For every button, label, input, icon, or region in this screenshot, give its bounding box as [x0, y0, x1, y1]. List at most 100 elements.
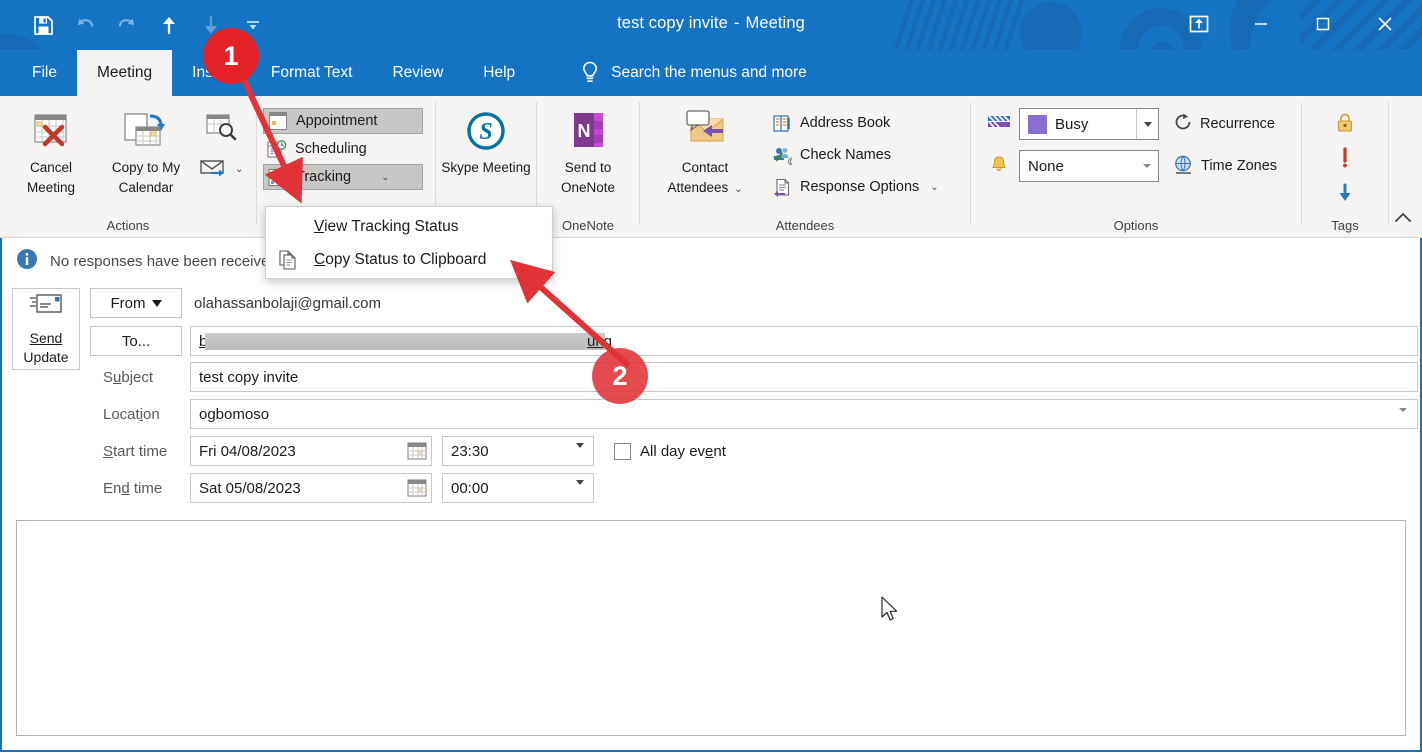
- tab-file[interactable]: File: [12, 50, 77, 96]
- high-importance-button[interactable]: [1338, 146, 1352, 174]
- minimize-icon[interactable]: [1230, 2, 1292, 46]
- end-time-caret-down-icon[interactable]: [576, 480, 584, 502]
- private-button[interactable]: [1335, 112, 1355, 138]
- to-button[interactable]: To...: [90, 326, 182, 356]
- start-date-input[interactable]: Fri 04/08/2023: [190, 436, 432, 466]
- skype-meeting-button[interactable]: S Skype Meeting: [438, 104, 534, 178]
- cancel-meeting-button[interactable]: Cancel Meeting: [8, 104, 94, 197]
- check-names-button[interactable]: @ Check Names: [768, 140, 947, 170]
- start-time-caret-down-icon[interactable]: [576, 443, 584, 465]
- address-book-button[interactable]: Address Book: [768, 108, 947, 138]
- start-time-input[interactable]: 23:30: [442, 436, 594, 466]
- lightbulb-icon: [579, 60, 601, 86]
- contact-attendees-label: Contact Attendees: [667, 160, 729, 195]
- ribbon-group-tags-label: Tags: [1331, 218, 1359, 233]
- meeting-body-editor[interactable]: [16, 520, 1406, 736]
- lock-icon: [1335, 112, 1355, 139]
- show-as-chevron-down-icon[interactable]: [1136, 109, 1158, 139]
- step-2-badge: 2: [592, 348, 648, 404]
- ribbon-separator-7: [1388, 102, 1389, 224]
- tab-review[interactable]: Review: [372, 50, 463, 96]
- close-icon[interactable]: [1354, 2, 1416, 46]
- window-title-separator: -: [733, 14, 740, 32]
- location-input[interactable]: ogbomoso: [190, 399, 1418, 429]
- subject-input[interactable]: test copy invite: [190, 362, 1418, 392]
- menu-item-copy-status-to-clipboard[interactable]: Copy Status to Clipboard: [266, 243, 552, 276]
- from-button-label: From: [110, 294, 146, 312]
- show-as-dropdown[interactable]: Busy: [1019, 108, 1159, 140]
- meeting-header-fields: Send Update From olahassanbolaji@gmail.c…: [2, 282, 1420, 514]
- appointment-button[interactable]: Appointment: [263, 108, 423, 134]
- from-caret-down-icon: [151, 299, 162, 307]
- contact-attendees-chevron-down-icon[interactable]: ⌄: [731, 184, 742, 195]
- end-time-input[interactable]: 00:00: [442, 473, 594, 503]
- save-icon[interactable]: [22, 8, 64, 42]
- exclamation-icon: [1338, 146, 1352, 174]
- ribbon-group-actions: Cancel Meeting Copy to My Calendar ⌄ Act…: [0, 96, 256, 238]
- view-tracking-status-label: View Tracking Status: [314, 217, 459, 235]
- step-2-badge-label: 2: [612, 360, 628, 391]
- recurrence-icon: [1173, 112, 1193, 136]
- show-as-color-swatch: [1028, 114, 1047, 134]
- contact-attendees-icon: [679, 108, 731, 154]
- ribbon-display-options-icon[interactable]: [1168, 2, 1230, 46]
- tab-format-text[interactable]: Format Text: [251, 50, 373, 96]
- end-date-input[interactable]: Sat 05/08/2023: [190, 473, 432, 503]
- end-date-calendar-picker-icon[interactable]: [407, 478, 427, 502]
- time-zones-label: Time Zones: [1201, 158, 1278, 174]
- start-date-calendar-picker-icon[interactable]: [407, 441, 427, 465]
- window-controls: [1168, 2, 1416, 46]
- response-options-chevron-down-icon[interactable]: ⌄: [930, 182, 938, 193]
- menu-item-view-tracking-status[interactable]: View Tracking Status: [266, 210, 552, 243]
- info-bar: No responses have been received for this…: [2, 240, 1420, 282]
- low-importance-button[interactable]: [1336, 182, 1354, 208]
- check-names-icon: @: [772, 145, 792, 165]
- time-zones-button[interactable]: Time Zones: [1173, 154, 1277, 179]
- scheduling-button[interactable]: Scheduling: [263, 136, 423, 162]
- preview-button[interactable]: [198, 112, 243, 146]
- subject-label: Subject: [103, 368, 154, 386]
- to-button-label: To...: [121, 332, 151, 350]
- subject-value: test copy invite: [199, 368, 299, 386]
- search-input[interactable]: Search the menus and more: [579, 50, 807, 96]
- location-chevron-down-icon[interactable]: [1399, 408, 1407, 428]
- undo-icon[interactable]: [64, 8, 106, 42]
- all-day-event-checkbox[interactable]: All day event: [614, 442, 726, 460]
- start-date-value: Fri 04/08/2023: [199, 442, 296, 460]
- collapse-ribbon-button[interactable]: [1392, 208, 1414, 233]
- forward-chevron-down-icon[interactable]: ⌄: [235, 164, 243, 175]
- end-time-label: End time: [103, 479, 163, 497]
- response-options-button[interactable]: Response Options ⌄: [768, 172, 947, 202]
- redo-icon[interactable]: [106, 8, 148, 42]
- start-time-label: Start time: [103, 442, 168, 460]
- previous-item-icon[interactable]: [148, 8, 190, 42]
- response-options-label: Response Options: [800, 179, 920, 195]
- from-row: From olahassanbolaji@gmail.com: [90, 288, 381, 318]
- copy-to-my-calendar-icon: [121, 108, 171, 154]
- forward-button[interactable]: ⌄: [198, 152, 243, 186]
- tab-help[interactable]: Help: [463, 50, 535, 96]
- tracking-chevron-down-icon[interactable]: ⌄: [381, 172, 389, 183]
- from-button[interactable]: From: [90, 288, 182, 318]
- search-placeholder: Search the menus and more: [611, 64, 807, 81]
- all-day-event-checkbox-box[interactable]: [614, 442, 631, 460]
- all-day-event-label: All day event: [640, 442, 726, 460]
- maximize-icon[interactable]: [1292, 2, 1354, 46]
- show-as-row: Busy Recurrence: [987, 108, 1301, 140]
- titlebar-decoration-circle: [1020, 2, 1082, 50]
- send-to-onenote-button[interactable]: N Send to OneNote: [540, 104, 636, 197]
- to-input[interactable]: b ung: [190, 326, 1418, 356]
- recurrence-button[interactable]: Recurrence: [1173, 112, 1275, 136]
- reminder-chevron-down-icon[interactable]: [1136, 151, 1158, 181]
- outlook-meeting-window: test copy invite-Meeting File Meeting In…: [0, 0, 1422, 752]
- contact-attendees-button[interactable]: Contact Attendees ⌄: [650, 104, 760, 197]
- scheduling-label: Scheduling: [295, 141, 367, 157]
- info-icon: [16, 248, 38, 274]
- send-update-button[interactable]: Send Update: [12, 288, 80, 370]
- tracking-button[interactable]: Tracking ⌄: [263, 164, 423, 190]
- reminder-dropdown[interactable]: None: [1019, 150, 1159, 182]
- tab-meeting[interactable]: Meeting: [76, 50, 173, 96]
- tracking-dropdown-menu: View Tracking Status Copy Status to Clip…: [265, 206, 553, 279]
- reminder-bell-icon: [987, 154, 1011, 179]
- copy-to-my-calendar-button[interactable]: Copy to My Calendar: [94, 104, 198, 197]
